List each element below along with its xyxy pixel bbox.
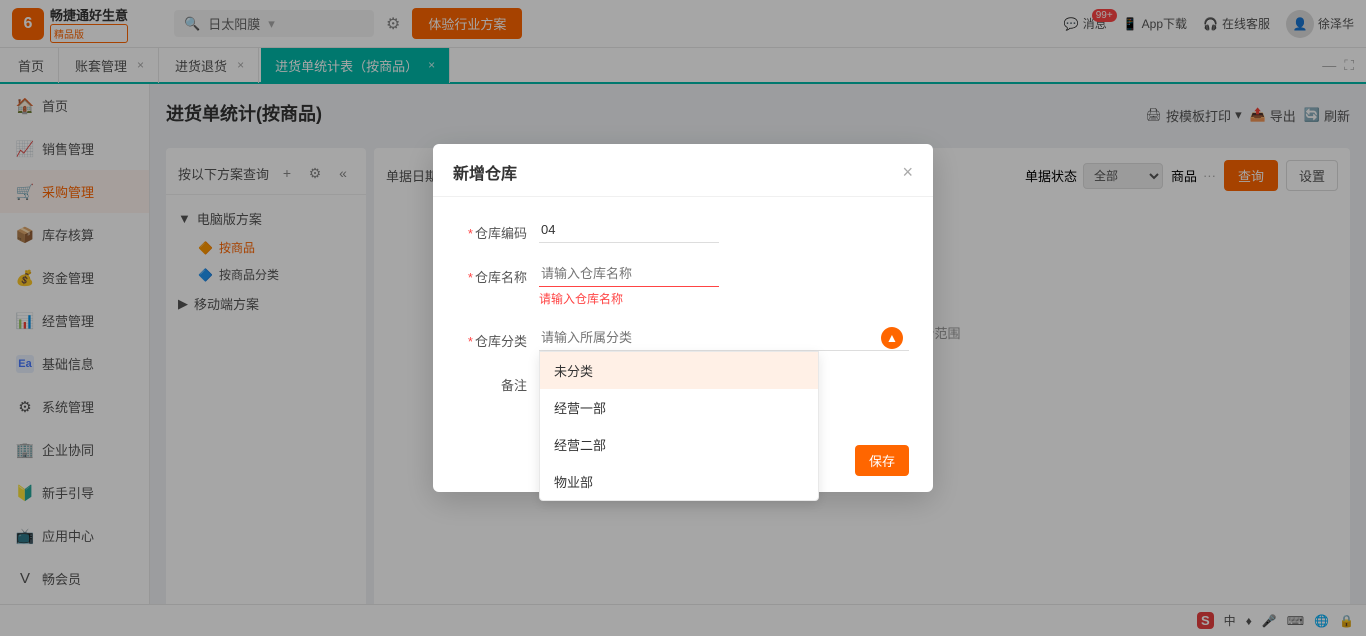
- warehouse-name-row: 仓库名称 请输入仓库名称: [457, 261, 909, 307]
- warehouse-code-input[interactable]: [539, 217, 719, 243]
- warehouse-code-row: 仓库编码: [457, 217, 909, 243]
- category-dropdown-toggle[interactable]: ▲: [881, 327, 903, 349]
- warehouse-name-input[interactable]: [539, 261, 719, 287]
- modal-header: 新增仓库 ×: [433, 144, 933, 197]
- warehouse-code-label: 仓库编码: [457, 217, 527, 242]
- warehouse-category-wrapper: ▲ 未分类 经营一部 经营二部 物业部: [539, 325, 909, 351]
- warehouse-category-row: 仓库分类 ▲ 未分类 经营一部 经营二部 物业部: [457, 325, 909, 351]
- modal-body: 仓库编码 仓库名称 请输入仓库名称 仓库分类 ▲: [433, 197, 933, 433]
- dropdown-item-uncategorized[interactable]: 未分类: [540, 352, 818, 389]
- warehouse-category-label: 仓库分类: [457, 325, 527, 350]
- dropdown-item-dept2[interactable]: 经营二部: [540, 426, 818, 463]
- warehouse-category-input[interactable]: [539, 325, 909, 351]
- remarks-label: 备注: [457, 369, 527, 394]
- modal-overlay[interactable]: 新增仓库 × 仓库编码 仓库名称 请输入仓库名称 仓库分类: [0, 0, 1366, 636]
- save-btn[interactable]: 保存: [855, 445, 909, 476]
- warehouse-name-error: 请输入仓库名称: [539, 290, 909, 307]
- modal-title: 新增仓库: [453, 160, 517, 184]
- new-warehouse-modal: 新增仓库 × 仓库编码 仓库名称 请输入仓库名称 仓库分类: [433, 144, 933, 492]
- dropdown-item-dept3[interactable]: 物业部: [540, 463, 818, 500]
- category-dropdown-list: 未分类 经营一部 经营二部 物业部: [539, 351, 819, 501]
- modal-close-btn[interactable]: ×: [902, 162, 913, 183]
- warehouse-name-label: 仓库名称: [457, 261, 527, 286]
- dropdown-item-dept1[interactable]: 经营一部: [540, 389, 818, 426]
